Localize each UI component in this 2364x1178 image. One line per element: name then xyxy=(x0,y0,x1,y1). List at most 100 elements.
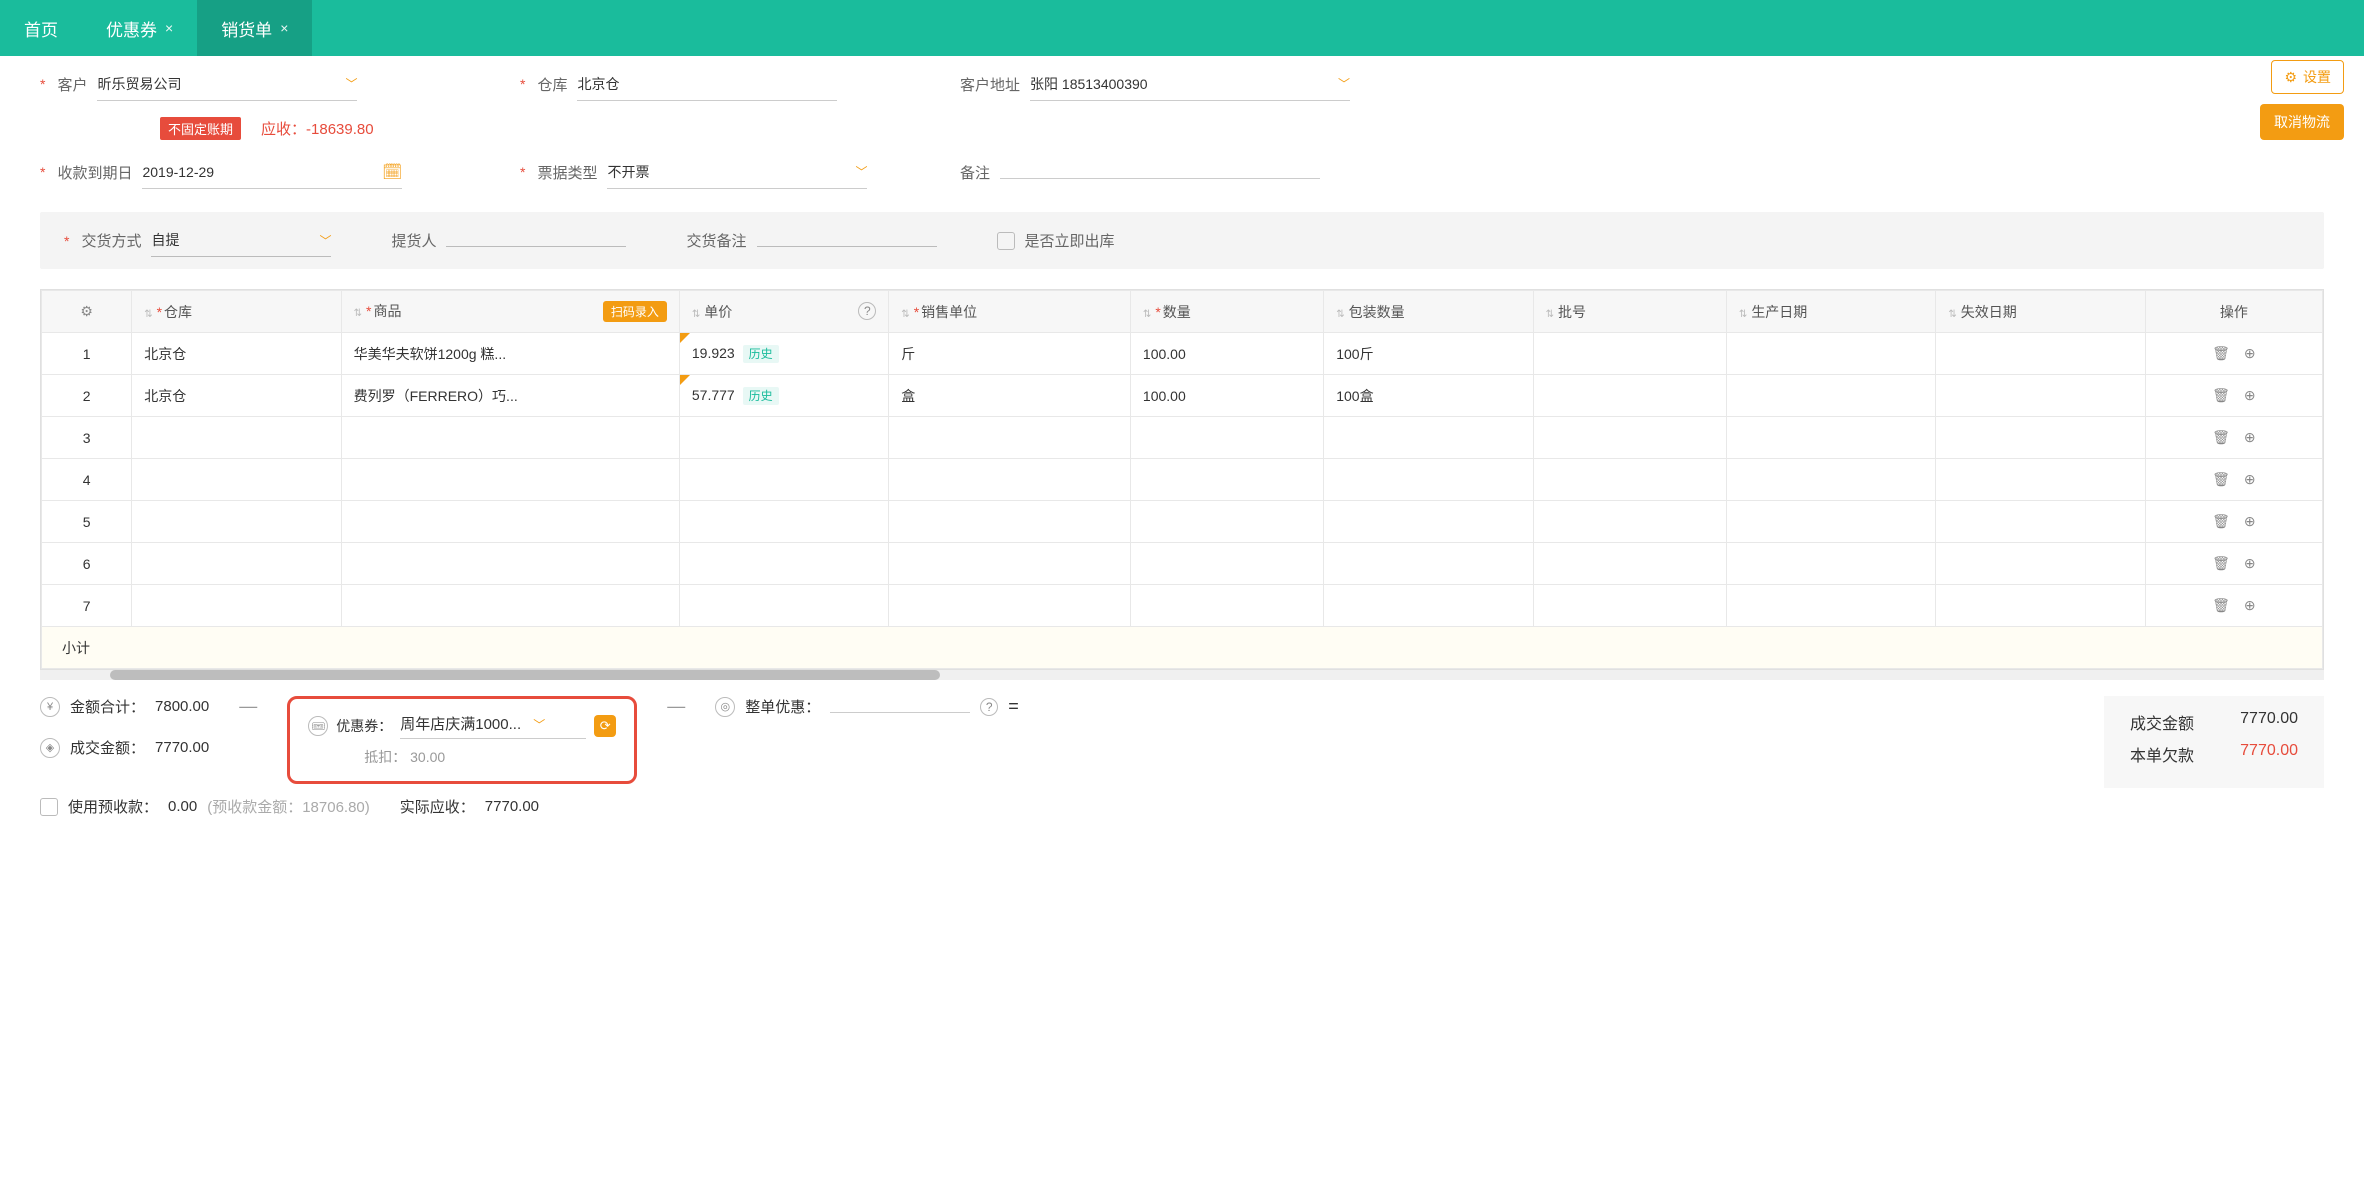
cell-pack[interactable] xyxy=(1324,585,1533,627)
warehouse-select[interactable]: 北京仓 xyxy=(577,68,837,101)
cell-batch[interactable] xyxy=(1533,333,1726,375)
tab-home[interactable]: 首页 xyxy=(0,0,82,56)
address-select[interactable]: 张阳 18513400390 ﹀ xyxy=(1030,68,1350,101)
cell-price[interactable] xyxy=(679,459,888,501)
cell-exp-date[interactable] xyxy=(1936,417,2145,459)
cell-qty[interactable] xyxy=(1130,543,1323,585)
sort-icon[interactable]: ⇅ xyxy=(901,309,909,320)
cell-exp-date[interactable] xyxy=(1936,333,2145,375)
cell-pack[interactable] xyxy=(1324,459,1533,501)
cell-warehouse[interactable] xyxy=(132,417,341,459)
cell-unit[interactable]: 盒 xyxy=(889,375,1131,417)
sort-icon[interactable]: ⇅ xyxy=(1546,309,1554,320)
add-icon[interactable]: ⊕ xyxy=(2244,555,2256,572)
cell-prod-date[interactable] xyxy=(1726,501,1935,543)
close-icon[interactable]: × xyxy=(280,20,288,36)
remark-input[interactable] xyxy=(1000,166,1320,179)
cell-unit[interactable] xyxy=(889,585,1131,627)
cell-product[interactable] xyxy=(341,501,679,543)
cell-unit[interactable]: 斤 xyxy=(889,333,1131,375)
tab-sales-order[interactable]: 销货单 × xyxy=(197,0,312,56)
delete-icon[interactable]: 🗑 xyxy=(2212,345,2230,362)
delete-icon[interactable]: 🗑 xyxy=(2212,387,2230,404)
cell-product[interactable] xyxy=(341,459,679,501)
cell-product[interactable] xyxy=(341,543,679,585)
cell-price[interactable]: 57.777 历史 xyxy=(679,375,888,417)
cell-prod-date[interactable] xyxy=(1726,459,1935,501)
cell-prod-date[interactable] xyxy=(1726,417,1935,459)
table-row[interactable]: 6🗑⊕ xyxy=(42,543,2323,585)
help-icon[interactable]: ? xyxy=(980,698,998,716)
sort-icon[interactable]: ⇅ xyxy=(1948,309,1956,320)
cell-price[interactable] xyxy=(679,543,888,585)
sort-icon[interactable]: ⇅ xyxy=(692,309,700,320)
close-icon[interactable]: × xyxy=(165,20,173,36)
cell-exp-date[interactable] xyxy=(1936,501,2145,543)
paydate-input[interactable]: 2019-12-29 🗓 xyxy=(142,156,402,189)
cell-unit[interactable] xyxy=(889,501,1131,543)
delete-icon[interactable]: 🗑 xyxy=(2212,597,2230,614)
cell-price[interactable]: 19.923 历史 xyxy=(679,333,888,375)
cell-batch[interactable] xyxy=(1533,501,1726,543)
cell-exp-date[interactable] xyxy=(1936,375,2145,417)
delete-icon[interactable]: 🗑 xyxy=(2212,555,2230,572)
refresh-icon[interactable]: ⟳ xyxy=(594,715,616,737)
horizontal-scrollbar[interactable] xyxy=(40,670,2324,680)
table-row[interactable]: 7🗑⊕ xyxy=(42,585,2323,627)
delete-icon[interactable]: 🗑 xyxy=(2212,471,2230,488)
gear-icon[interactable]: ⚙ xyxy=(80,303,93,319)
cell-warehouse[interactable] xyxy=(132,459,341,501)
cell-price[interactable] xyxy=(679,501,888,543)
cell-prod-date[interactable] xyxy=(1726,333,1935,375)
cell-warehouse[interactable] xyxy=(132,501,341,543)
add-icon[interactable]: ⊕ xyxy=(2244,597,2256,614)
add-icon[interactable]: ⊕ xyxy=(2244,429,2256,446)
delivery-remark-input[interactable] xyxy=(757,234,937,247)
sort-icon[interactable]: ⇅ xyxy=(144,309,152,320)
cell-pack[interactable] xyxy=(1324,417,1533,459)
cell-unit[interactable] xyxy=(889,543,1131,585)
cell-product[interactable]: 华美华夫软饼1200g 糕... xyxy=(341,333,679,375)
coupon-select[interactable]: 周年店庆满1000... ﹀ xyxy=(400,713,586,739)
table-row[interactable]: 4🗑⊕ xyxy=(42,459,2323,501)
help-icon[interactable]: ? xyxy=(858,302,876,320)
cell-batch[interactable] xyxy=(1533,417,1726,459)
history-badge[interactable]: 历史 xyxy=(743,387,779,405)
cell-pack[interactable] xyxy=(1324,501,1533,543)
cell-batch[interactable] xyxy=(1533,375,1726,417)
cell-batch[interactable] xyxy=(1533,543,1726,585)
cell-prod-date[interactable] xyxy=(1726,375,1935,417)
sort-icon[interactable]: ⇅ xyxy=(1739,309,1747,320)
sort-icon[interactable]: ⇅ xyxy=(1336,309,1344,320)
cell-warehouse[interactable]: 北京仓 xyxy=(132,375,341,417)
cell-qty[interactable] xyxy=(1130,585,1323,627)
table-row[interactable]: 1北京仓华美华夫软饼1200g 糕...19.923 历史斤100.00100斤… xyxy=(42,333,2323,375)
table-row[interactable]: 2北京仓费列罗（FERRERO）巧...57.777 历史盒100.00100盒… xyxy=(42,375,2323,417)
cell-warehouse[interactable]: 北京仓 xyxy=(132,333,341,375)
cell-qty[interactable] xyxy=(1130,459,1323,501)
cell-pack[interactable] xyxy=(1324,543,1533,585)
scan-entry-badge[interactable]: 扫码录入 xyxy=(603,301,667,322)
cell-qty[interactable]: 100.00 xyxy=(1130,333,1323,375)
cell-qty[interactable]: 100.00 xyxy=(1130,375,1323,417)
discount-input[interactable] xyxy=(830,700,970,713)
delete-icon[interactable]: 🗑 xyxy=(2212,429,2230,446)
history-badge[interactable]: 历史 xyxy=(743,345,779,363)
tab-coupon[interactable]: 优惠券 × xyxy=(82,0,197,56)
cell-prod-date[interactable] xyxy=(1726,585,1935,627)
sort-icon[interactable]: ⇅ xyxy=(1143,309,1151,320)
cell-batch[interactable] xyxy=(1533,585,1726,627)
table-row[interactable]: 5🗑⊕ xyxy=(42,501,2323,543)
cell-exp-date[interactable] xyxy=(1936,585,2145,627)
add-icon[interactable]: ⊕ xyxy=(2244,513,2256,530)
cell-qty[interactable] xyxy=(1130,417,1323,459)
table-row[interactable]: 3🗑⊕ xyxy=(42,417,2323,459)
sort-icon[interactable]: ⇅ xyxy=(354,308,362,319)
cell-product[interactable] xyxy=(341,585,679,627)
cell-warehouse[interactable] xyxy=(132,585,341,627)
add-icon[interactable]: ⊕ xyxy=(2244,387,2256,404)
cell-product[interactable] xyxy=(341,417,679,459)
customer-select[interactable]: 昕乐贸易公司 ﹀ xyxy=(97,68,357,101)
cell-qty[interactable] xyxy=(1130,501,1323,543)
cell-batch[interactable] xyxy=(1533,459,1726,501)
